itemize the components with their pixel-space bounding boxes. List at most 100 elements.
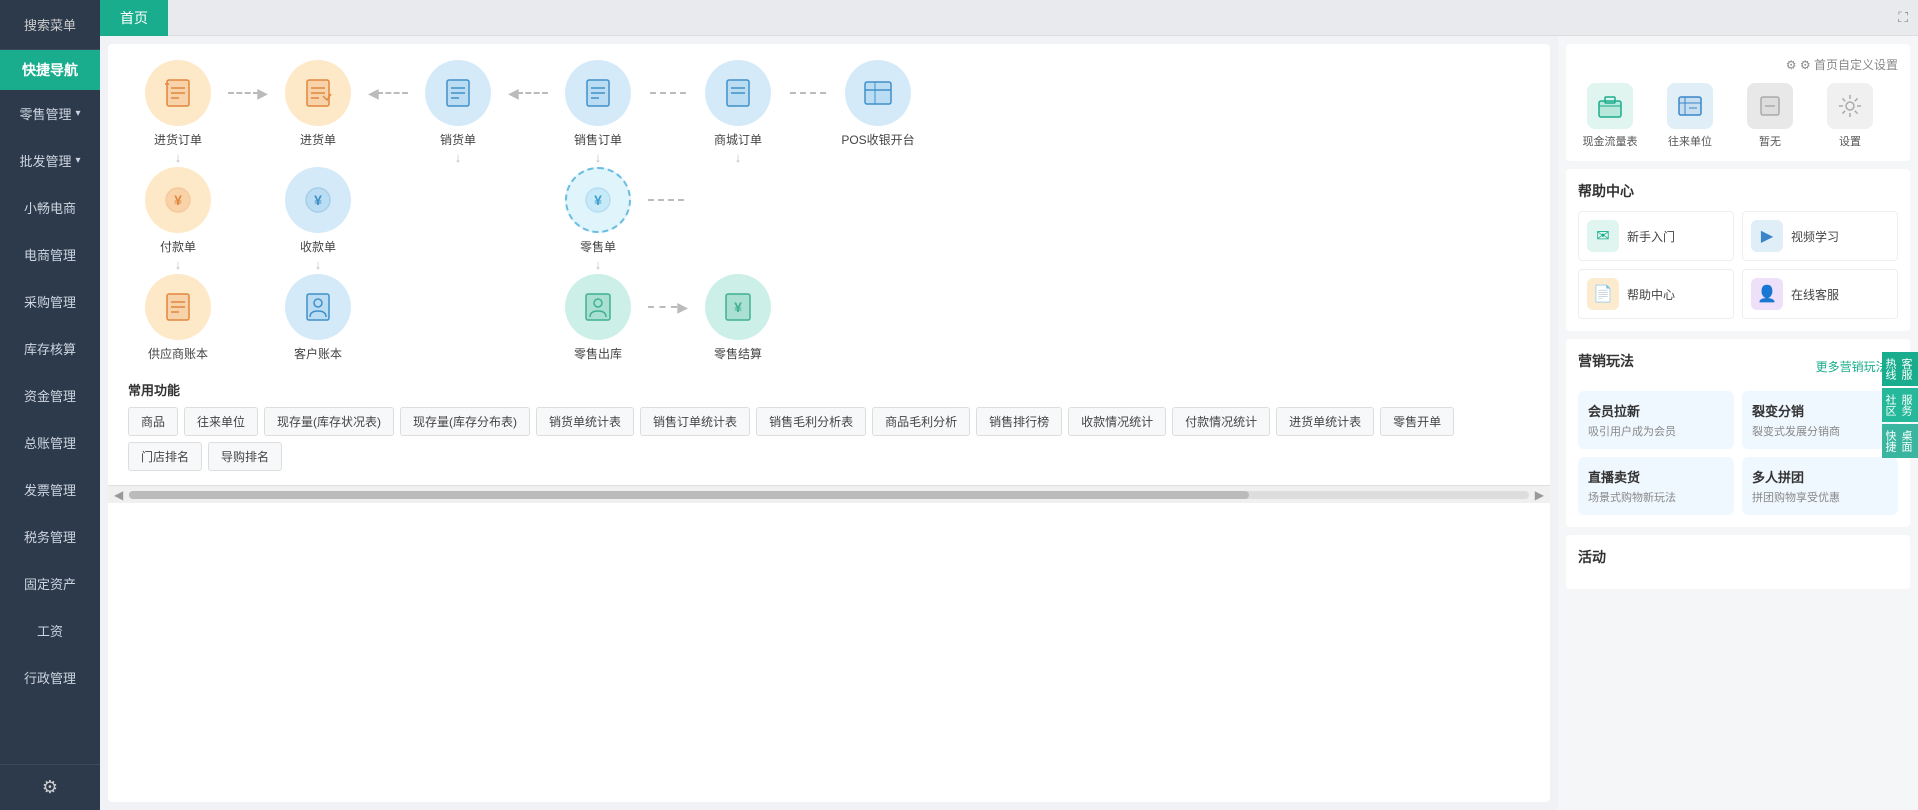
chevron-down-icon: ▾ <box>75 155 80 166</box>
help-item-video[interactable]: ▶ 视频学习 <box>1742 211 1898 261</box>
video-label: 视频学习 <box>1791 228 1839 245</box>
supplier-account-icon <box>145 274 211 340</box>
func-button[interactable]: 现存量(库存状况表) <box>264 407 394 436</box>
func-button[interactable]: 商品毛利分析 <box>872 407 970 436</box>
marketing-card-title: 直播卖货 <box>1588 467 1724 486</box>
sidebar-item-tax[interactable]: 税务管理 <box>0 513 100 560</box>
purchase-bill-icon <box>285 60 351 126</box>
mall-order-icon <box>705 60 771 126</box>
func-button[interactable]: 收款情况统计 <box>1068 407 1166 436</box>
cashflow-icon <box>1587 83 1633 129</box>
flow-node-pos-open[interactable]: POS收银开台 <box>828 60 928 148</box>
common-functions-title: 常用功能 <box>128 380 1530 399</box>
flow-node-customer-account[interactable]: 客户账本 <box>268 274 368 362</box>
svg-text:¥: ¥ <box>314 192 322 208</box>
sidebar-item-purchase[interactable]: 采购管理 <box>0 278 100 325</box>
sidebar-search[interactable]: 搜索菜单 <box>0 0 100 50</box>
sidebar-item-funds[interactable]: 资金管理 <box>0 372 100 419</box>
scroll-track[interactable] <box>129 491 1529 499</box>
retail-settlement-label: 零售结算 <box>714 345 762 362</box>
sidebar-item-wholesale[interactable]: 批发管理 ▾ <box>0 137 100 184</box>
flow-node-purchase-order[interactable]: 进货订单 <box>128 60 228 148</box>
scroll-right-arrow[interactable]: ▶ <box>1533 488 1546 502</box>
marketing-card-livestream[interactable]: 直播卖货场景式购物新玩法 <box>1578 457 1734 515</box>
scroll-left-arrow[interactable]: ◀ <box>112 488 125 502</box>
service-label: 在线客服 <box>1791 286 1839 303</box>
quick-icon-cashflow[interactable]: 现金流量表 <box>1578 83 1642 149</box>
marketing-header: 营销玩法 更多营销玩法 > <box>1578 351 1898 381</box>
top-tabs: 首页 ⛶ <box>100 0 1918 36</box>
marketing-card-fission[interactable]: 裂变分销裂变式发展分销商 <box>1742 391 1898 449</box>
expand-icon[interactable]: ⛶ <box>1898 9 1918 26</box>
quick-icon-none[interactable]: 暂无 <box>1738 83 1802 149</box>
content-area: 进货订单 ▶ <box>100 36 1918 810</box>
quick-icon-settings[interactable]: 设置 <box>1818 83 1882 149</box>
help-grid: ✉ 新手入门 ▶ 视频学习 📄 帮助中心 👤 <box>1578 211 1898 319</box>
receipt-icon: ¥ <box>285 167 351 233</box>
gear-icon[interactable]: ⚙ <box>42 777 58 798</box>
float-btn-desktop[interactable]: 桌面快捷 <box>1882 424 1918 458</box>
flow-node-retail-bill[interactable]: ¥ 零售单 <box>548 167 648 255</box>
quick-icon-contacts[interactable]: 往来单位 <box>1658 83 1722 149</box>
arrow-3: ◀ <box>508 85 548 124</box>
func-button[interactable]: 付款情况统计 <box>1172 407 1270 436</box>
func-button[interactable]: 导购排名 <box>208 442 282 471</box>
func-button[interactable]: 零售开单 <box>1380 407 1454 436</box>
func-button[interactable]: 销货单统计表 <box>536 407 634 436</box>
sidebar-item-admin[interactable]: 行政管理 <box>0 654 100 701</box>
flow-node-receipt[interactable]: ¥ 收款单 <box>268 167 368 255</box>
svg-text:¥: ¥ <box>174 192 182 208</box>
pos-open-icon <box>845 60 911 126</box>
svg-text:¥: ¥ <box>594 192 602 208</box>
marketing-card-groupbuy[interactable]: 多人拼团拼团购物享受优惠 <box>1742 457 1898 515</box>
sidebar-item-xiaochang[interactable]: 小畅电商 <box>0 184 100 231</box>
flow-node-sales-order[interactable]: 销售订单 <box>548 60 648 148</box>
marketing-grid: 会员拉新吸引用户成为会员裂变分销裂变式发展分销商直播卖货场景式购物新玩法多人拼团… <box>1578 391 1898 515</box>
flow-down-arrows-2: ↓ ↓ ↓ <box>128 257 1530 272</box>
sales-bill-label: 销货单 <box>440 131 476 148</box>
sidebar-item-invoice[interactable]: 发票管理 <box>0 466 100 513</box>
none-icon <box>1747 83 1793 129</box>
func-button[interactable]: 商品 <box>128 407 178 436</box>
customize-header[interactable]: ⚙ ⚙ 首页自定义设置 <box>1578 56 1898 73</box>
func-button[interactable]: 往来单位 <box>184 407 258 436</box>
flow-node-payment[interactable]: ¥ 付款单 <box>128 167 228 255</box>
sidebar-item-retail[interactable]: 零售管理 ▾ <box>0 90 100 137</box>
sidebar-item-salary[interactable]: 工资 <box>0 607 100 654</box>
sidebar-nav-label: 快捷导航 <box>0 50 100 90</box>
flow-node-retail-settlement[interactable]: ¥ 零售结算 <box>688 274 788 362</box>
marketing-title: 营销玩法 <box>1578 351 1634 371</box>
func-button[interactable]: 进货单统计表 <box>1276 407 1374 436</box>
func-button[interactable]: 门店排名 <box>128 442 202 471</box>
help-icon: 📄 <box>1587 278 1619 310</box>
scroll-bar[interactable]: ◀ ▶ <box>108 485 1550 503</box>
marketing-card-member[interactable]: 会员拉新吸引用户成为会员 <box>1578 391 1734 449</box>
help-item-help[interactable]: 📄 帮助中心 <box>1578 269 1734 319</box>
func-button[interactable]: 现存量(库存分布表) <box>400 407 530 436</box>
flow-node-sales-bill[interactable]: 销货单 <box>408 60 508 148</box>
flow-node-purchase-bill[interactable]: 进货单 <box>268 60 368 148</box>
func-button[interactable]: 销售毛利分析表 <box>756 407 866 436</box>
float-btn-community[interactable]: 服务社区 <box>1882 388 1918 422</box>
flow-diagram: 进货订单 ▶ <box>108 44 1550 370</box>
purchase-bill-label: 进货单 <box>300 131 336 148</box>
scroll-thumb[interactable] <box>129 491 1249 499</box>
flow-node-retail-outstock[interactable]: 零售出库 <box>548 274 648 362</box>
func-button[interactable]: 销售排行榜 <box>976 407 1062 436</box>
quick-icons-row: 现金流量表 <box>1578 83 1898 149</box>
sidebar-item-inventory[interactable]: 库存核算 <box>0 325 100 372</box>
help-item-beginner[interactable]: ✉ 新手入门 <box>1578 211 1734 261</box>
beginner-icon: ✉ <box>1587 220 1619 252</box>
sidebar-bottom: ⚙ <box>0 764 100 810</box>
func-button[interactable]: 销售订单统计表 <box>640 407 750 436</box>
float-btn-service[interactable]: 客服热线 <box>1882 352 1918 386</box>
sidebar-item-assets[interactable]: 固定资产 <box>0 560 100 607</box>
help-item-service[interactable]: 👤 在线客服 <box>1742 269 1898 319</box>
sidebar-item-ledger[interactable]: 总账管理 <box>0 419 100 466</box>
sidebar-item-ecom[interactable]: 电商管理 <box>0 231 100 278</box>
marketing-card-desc: 拼团购物享受优惠 <box>1752 489 1888 505</box>
flow-node-mall-order[interactable]: 商城订单 <box>688 60 788 148</box>
receipt-label: 收款单 <box>300 238 336 255</box>
tab-home[interactable]: 首页 <box>100 0 168 36</box>
flow-node-supplier-account[interactable]: 供应商账本 <box>128 274 228 362</box>
